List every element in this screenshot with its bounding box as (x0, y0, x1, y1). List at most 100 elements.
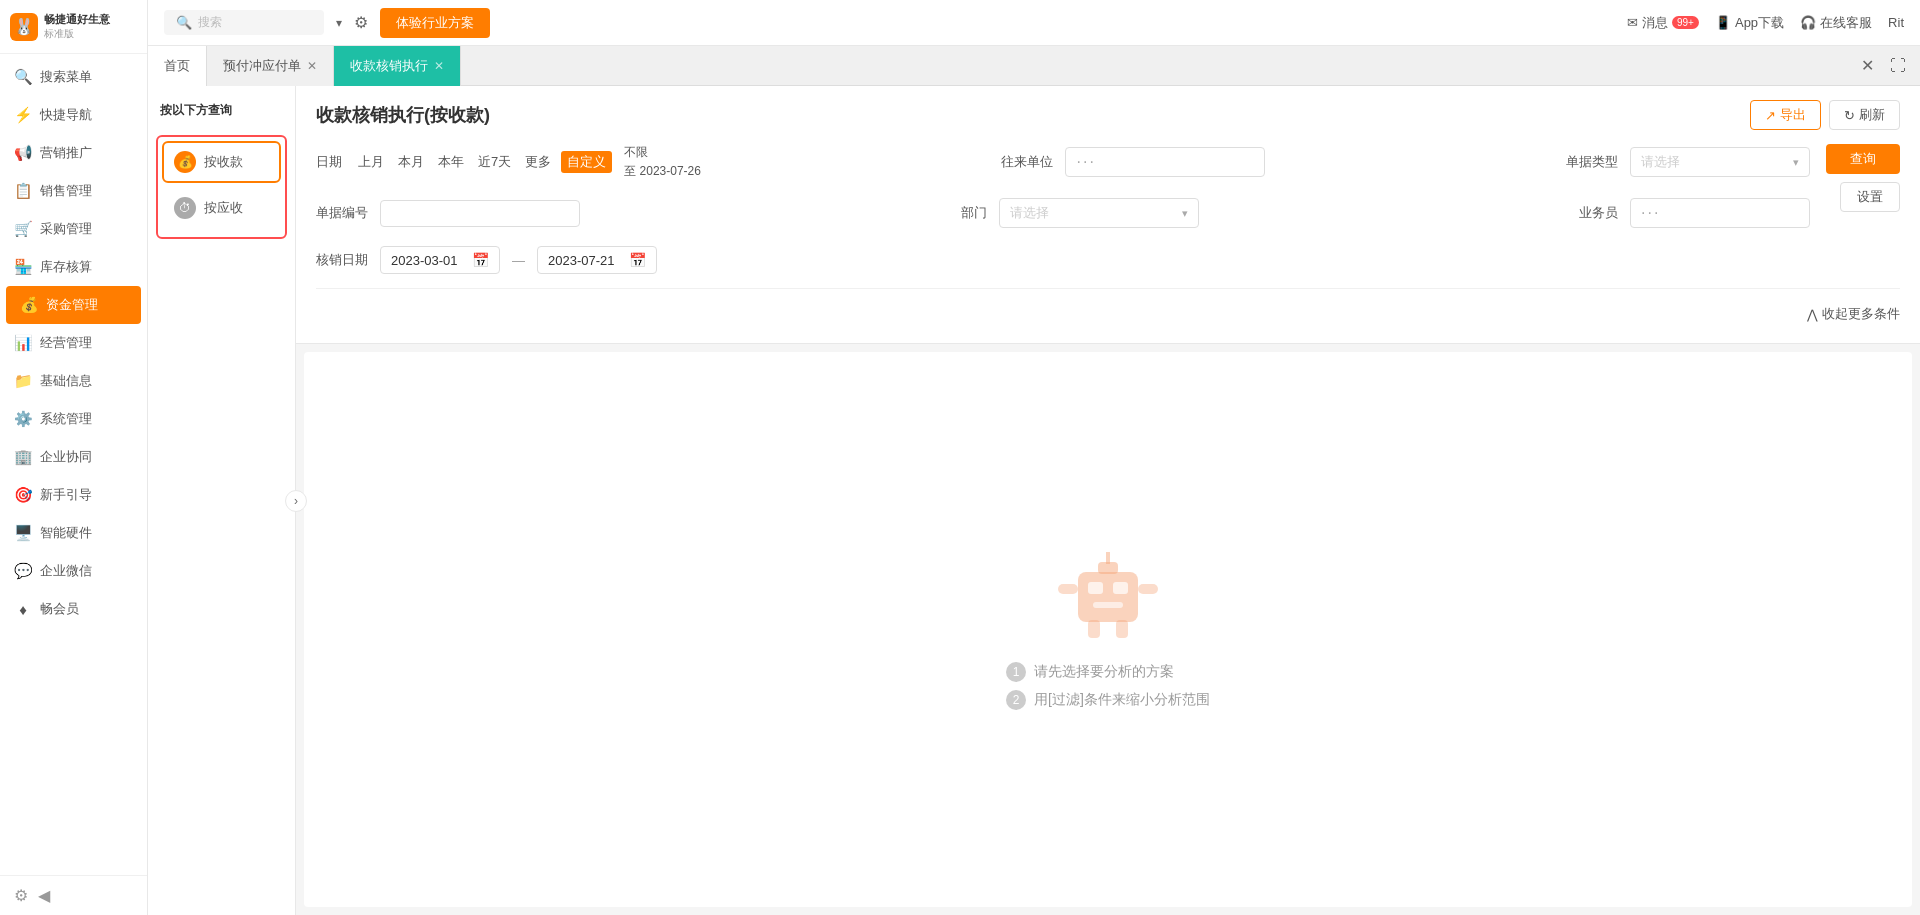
app-label: App下载 (1735, 14, 1784, 32)
setting-button[interactable]: 设置 (1840, 182, 1900, 212)
doc-no-input[interactable] (380, 200, 580, 227)
sidebar-label: 企业协同 (40, 448, 92, 466)
export-button[interactable]: ↗ 导出 (1750, 100, 1821, 130)
settings-footer-icon[interactable]: ⚙ (14, 886, 28, 905)
tab-receipt-label: 收款核销执行 (350, 57, 428, 75)
dept-select[interactable]: 请选择 ▾ (999, 198, 1199, 228)
logo-icon: 🐰 (10, 13, 38, 41)
query-button[interactable]: 查询 (1826, 144, 1900, 174)
tab-prepay[interactable]: 预付冲应付单 ✕ (207, 46, 334, 86)
hardware-icon: 🖥️ (14, 524, 32, 542)
empty-illustration (1048, 542, 1168, 642)
doc-type-select[interactable]: 请选择 ▾ (1630, 147, 1810, 177)
collapse-panel-button[interactable]: › (285, 490, 307, 512)
gear-icon[interactable]: ⚙ (354, 13, 368, 32)
tab-home[interactable]: 首页 (148, 46, 207, 86)
svg-rect-5 (1106, 552, 1110, 564)
export-icon: ↗ (1765, 108, 1776, 123)
tab-receipt[interactable]: 收款核销执行 ✕ (334, 46, 461, 86)
svg-rect-1 (1088, 582, 1103, 594)
search-icon: 🔍 (176, 15, 192, 30)
date-this-month[interactable]: 本月 (394, 151, 428, 173)
quick-nav-icon: ⚡ (14, 106, 32, 124)
date-row: 日期 上月 本月 本年 近7天 更多 自定义 (316, 144, 1810, 180)
refresh-icon: ↻ (1844, 108, 1855, 123)
receivable-label: 按应收 (204, 199, 243, 217)
calendar-start-icon[interactable]: 📅 (472, 252, 489, 268)
counterparty-input[interactable]: ··· (1065, 147, 1265, 177)
empty-tip-2: 2 用[过滤]条件来缩小分析范围 (1006, 690, 1210, 710)
staff-label: 业务员 (1579, 204, 1618, 222)
sidebar-item-hardware[interactable]: 🖥️ 智能硬件 (0, 514, 147, 552)
maximize-button[interactable]: ⛶ (1884, 55, 1912, 77)
filter-options-container: 💰 按收款 ⏱ 按应收 (156, 135, 287, 239)
search-placeholder: 搜索 (198, 14, 222, 31)
sidebar-item-sales[interactable]: 📋 销售管理 (0, 172, 147, 210)
verify-date-start[interactable]: 2023-03-01 📅 (380, 246, 500, 274)
doc-type-placeholder: 请选择 (1641, 153, 1680, 171)
robot-svg (1048, 542, 1168, 642)
sidebar-item-guide[interactable]: 🎯 新手引导 (0, 476, 147, 514)
operations-icon: 📊 (14, 334, 32, 352)
msg-button[interactable]: ✉ 消息 99+ (1627, 14, 1699, 32)
export-label: 导出 (1780, 106, 1806, 124)
date-custom[interactable]: 自定义 (561, 151, 612, 173)
sidebar-menu: 🔍 搜索菜单 ⚡ 快捷导航 📢 营销推广 📋 销售管理 🛒 采购管理 🏪 库存核… (0, 54, 147, 875)
sidebar-footer: ⚙ ◀ (0, 875, 147, 915)
receipt-icon: 💰 (174, 151, 196, 173)
close-tab-button[interactable]: ✕ (1855, 54, 1880, 77)
sidebar-item-member[interactable]: ♦ 畅会员 (0, 590, 147, 628)
date-last-month[interactable]: 上月 (354, 151, 388, 173)
sidebar-item-system[interactable]: ⚙️ 系统管理 (0, 400, 147, 438)
dept-chevron-icon: ▾ (1182, 207, 1188, 220)
sidebar-item-finance[interactable]: 💰 资金管理 (6, 286, 141, 324)
sidebar-item-wechat[interactable]: 💬 企业微信 (0, 552, 147, 590)
date-7days[interactable]: 近7天 (474, 151, 515, 173)
service-button[interactable]: 🎧 在线客服 (1800, 14, 1872, 32)
tab-prepay-close[interactable]: ✕ (307, 59, 317, 73)
basic-icon: 📁 (14, 372, 32, 390)
search-box[interactable]: 🔍 搜索 (164, 10, 324, 35)
sidebar-item-enterprise[interactable]: 🏢 企业协同 (0, 438, 147, 476)
sidebar-label: 企业微信 (40, 562, 92, 580)
solution-button[interactable]: 体验行业方案 (380, 8, 490, 38)
sidebar-item-basic[interactable]: 📁 基础信息 (0, 362, 147, 400)
app-icon: 📱 (1715, 15, 1731, 30)
collapse-label: 收起更多条件 (1822, 305, 1900, 323)
empty-tips: 1 请先选择要分析的方案 2 用[过滤]条件来缩小分析范围 (1006, 662, 1210, 718)
page-title: 收款核销执行(按收款) (316, 103, 490, 127)
sidebar-item-search-menu[interactable]: 🔍 搜索菜单 (0, 58, 147, 96)
user-info[interactable]: Rit (1888, 15, 1904, 30)
verify-start-text: 2023-03-01 (391, 253, 458, 268)
staff-input[interactable]: ··· (1630, 198, 1810, 228)
app-download-button[interactable]: 📱 App下载 (1715, 14, 1784, 32)
filter-by-receipt[interactable]: 💰 按收款 (162, 141, 281, 183)
sales-icon: 📋 (14, 182, 32, 200)
calendar-end-icon[interactable]: 📅 (629, 252, 646, 268)
empty-state: 1 请先选择要分析的方案 2 用[过滤]条件来缩小分析范围 (304, 352, 1912, 907)
collapse-sidebar-icon[interactable]: ◀ (38, 886, 50, 905)
sidebar-label: 畅会员 (40, 600, 79, 618)
sidebar-label: 系统管理 (40, 410, 92, 428)
dropdown-icon[interactable]: ▾ (336, 16, 342, 30)
collapse-button[interactable]: ⋀ 收起更多条件 (1807, 297, 1900, 331)
chevron-down-icon: ▾ (1793, 156, 1799, 169)
svg-rect-8 (1088, 620, 1100, 638)
filter-row-2: 单据编号 部门 请选择 ▾ 业务员 ··· (316, 198, 1810, 228)
tab-receipt-close[interactable]: ✕ (434, 59, 444, 73)
filter-panel-title: 按以下方查询 (156, 98, 287, 123)
verify-date-end[interactable]: 2023-07-21 📅 (537, 246, 657, 274)
sidebar-item-operations[interactable]: 📊 经营管理 (0, 324, 147, 362)
refresh-button[interactable]: ↻ 刷新 (1829, 100, 1900, 130)
sidebar-item-purchase[interactable]: 🛒 采购管理 (0, 210, 147, 248)
date-this-year[interactable]: 本年 (434, 151, 468, 173)
date-more[interactable]: 更多 (521, 151, 555, 173)
sidebar-label: 采购管理 (40, 220, 92, 238)
date-range-display: 不限 至 2023-07-26 (624, 144, 701, 180)
enterprise-icon: 🏢 (14, 448, 32, 466)
sidebar-item-quick-nav[interactable]: ⚡ 快捷导航 (0, 96, 147, 134)
filter-by-receivable[interactable]: ⏱ 按应收 (162, 187, 281, 229)
sidebar-item-marketing[interactable]: 📢 营销推广 (0, 134, 147, 172)
doc-no-label: 单据编号 (316, 204, 368, 222)
sidebar-item-inventory[interactable]: 🏪 库存核算 (0, 248, 147, 286)
